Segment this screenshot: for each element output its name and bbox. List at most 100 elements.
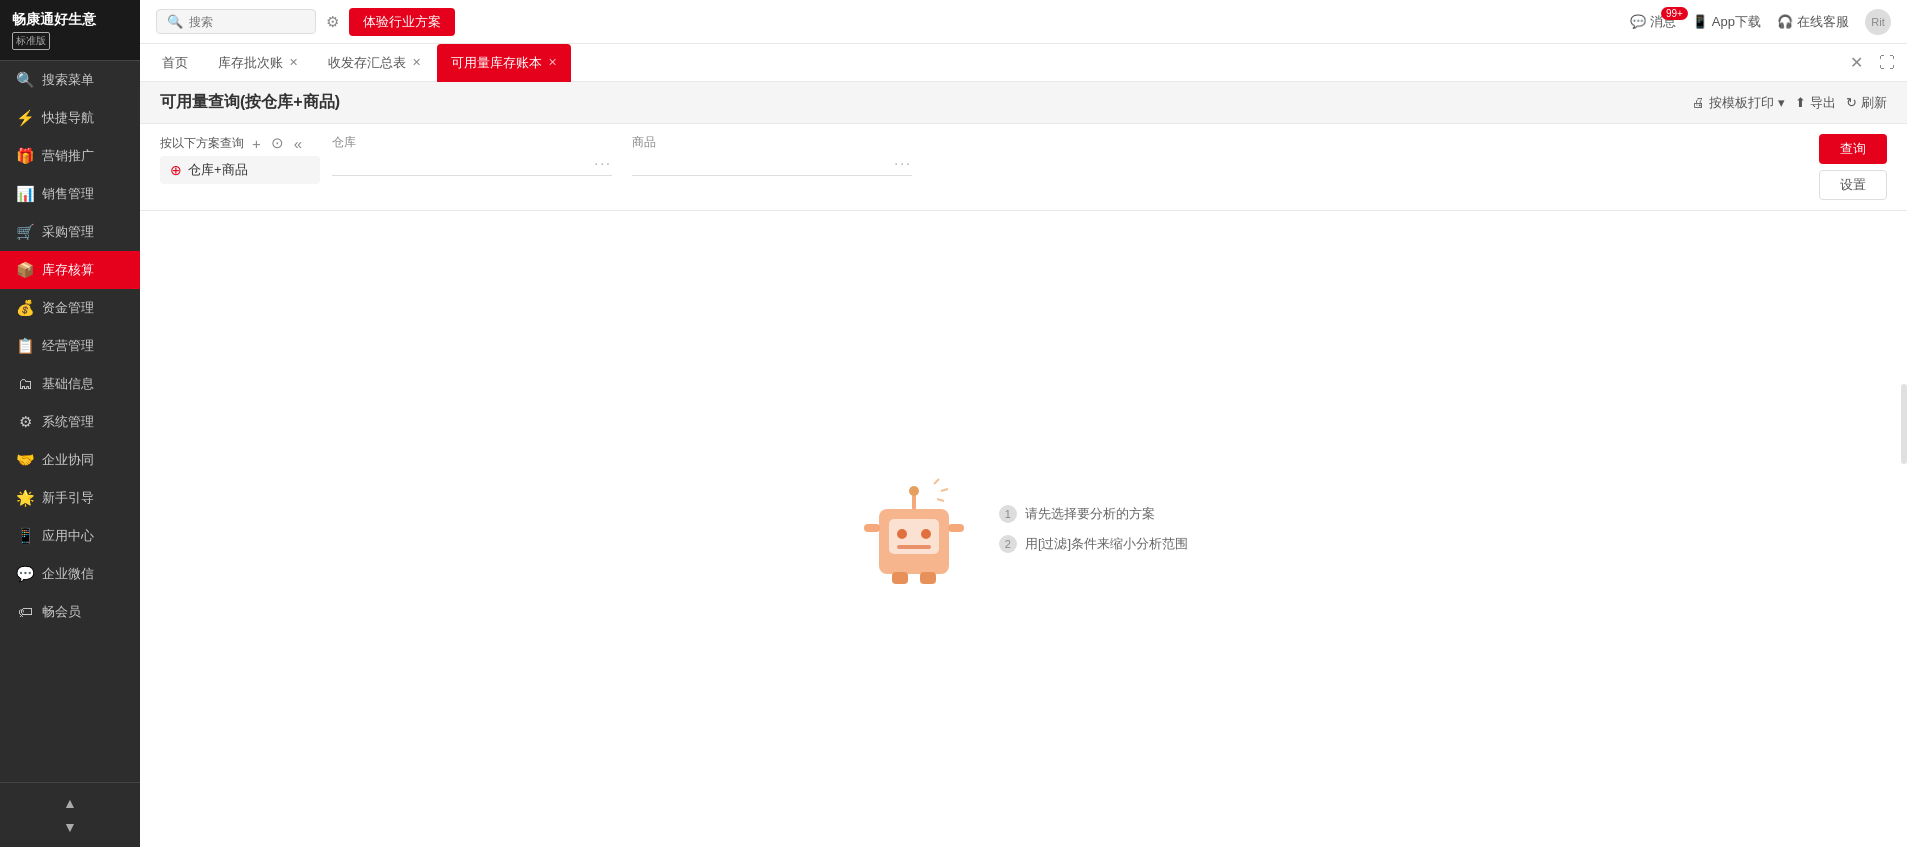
sales-icon: 📊	[16, 185, 34, 203]
page-actions: 🖨 按模板打印 ▾ ⬆ 导出 ↻ 刷新	[1692, 94, 1887, 112]
topbar-search-box[interactable]: 🔍	[156, 9, 316, 34]
empty-tip-2: 2 用[过滤]条件来缩小分析范围	[999, 535, 1188, 553]
sidebar-item-system[interactable]: ⚙ 系统管理	[0, 403, 140, 441]
tip-num-1: 1	[999, 505, 1017, 523]
user-avatar[interactable]: Rit	[1865, 9, 1891, 35]
empty-tip-1: 1 请先选择要分析的方案	[999, 505, 1188, 523]
sidebar-item-shortcut[interactable]: ⚡ 快捷导航	[0, 99, 140, 137]
filter-settings-button[interactable]: 设置	[1819, 170, 1887, 200]
refresh-button[interactable]: ↻ 刷新	[1846, 94, 1887, 112]
warehouse-input[interactable]	[332, 156, 586, 171]
sidebar-item-purchase[interactable]: 🛒 采购管理	[0, 213, 140, 251]
sidebar-item-sales[interactable]: 📊 销售管理	[0, 175, 140, 213]
tip-num-2: 2	[999, 535, 1017, 553]
add-scheme-button[interactable]: +	[250, 135, 263, 152]
finance-icon: 💰	[16, 299, 34, 317]
refresh-label: 刷新	[1861, 94, 1887, 112]
goods-more-icon[interactable]: ···	[894, 155, 912, 171]
sidebar-item-basic-info[interactable]: 🗂 基础信息	[0, 365, 140, 403]
svg-rect-7	[864, 524, 880, 532]
goods-input[interactable]	[632, 156, 886, 171]
brand-name: 畅康通好生意	[12, 10, 128, 30]
settings-scheme-button[interactable]: ⊙	[269, 134, 286, 152]
goods-field: 商品 ···	[632, 134, 912, 176]
content-area: 1 请先选择要分析的方案 2 用[过滤]条件来缩小分析范围	[140, 211, 1907, 847]
scroll-up-button[interactable]: ▲	[0, 791, 140, 815]
online-service-button[interactable]: 🎧 在线客服	[1777, 13, 1849, 31]
tab-close-available[interactable]: ✕	[548, 56, 557, 69]
sidebar-item-guide[interactable]: 🌟 新手引导	[0, 479, 140, 517]
guide-icon: 🌟	[16, 489, 34, 507]
app-download-button[interactable]: 📱 App下载	[1692, 13, 1761, 31]
collapse-scheme-button[interactable]: «	[292, 135, 304, 152]
tab-available[interactable]: 可用量库存账本✕	[437, 44, 571, 82]
basic-info-label: 基础信息	[42, 375, 94, 393]
warehouse-more-icon[interactable]: ···	[594, 155, 612, 171]
svg-point-2	[897, 529, 907, 539]
export-label: 导出	[1810, 94, 1836, 112]
marketing-promo-icon: 🎁	[16, 147, 34, 165]
sidebar-item-member[interactable]: 🏷 畅会员	[0, 593, 140, 631]
finance-label: 资金管理	[42, 299, 94, 317]
export-button[interactable]: ⬆ 导出	[1795, 94, 1836, 112]
scheme-item-warehouse-goods[interactable]: ⊕ 仓库+商品	[160, 156, 320, 184]
filter-panel: 按以下方案查询 + ⊙ « ⊕ 仓库+商品 仓库 ··· 商品	[140, 124, 1907, 211]
svg-rect-4	[897, 545, 931, 549]
tab-summary[interactable]: 收发存汇总表 ✕	[314, 44, 435, 82]
sidebar-item-search[interactable]: 🔍 搜索菜单	[0, 61, 140, 99]
sidebar-item-finance[interactable]: 💰 资金管理	[0, 289, 140, 327]
tab-home[interactable]: 首页	[148, 44, 202, 82]
sidebar: 畅康通好生意 标准版 🔍 搜索菜单 ⚡ 快捷导航 🎁 营销推广 📊 销售管理 🛒…	[0, 0, 140, 847]
member-icon: 🏷	[16, 603, 34, 620]
tab-close-summary[interactable]: ✕	[412, 56, 421, 69]
svg-line-12	[941, 489, 948, 491]
online-service-label: 在线客服	[1797, 13, 1849, 31]
topbar: 🔍 ⚙ 体验行业方案 💬 消息 99+ 📱 App下载 🎧 在线客服 Rit	[140, 0, 1907, 44]
page-header: 可用量查询(按仓库+商品) 🖨 按模板打印 ▾ ⬆ 导出 ↻ 刷新	[140, 82, 1907, 124]
app-center-icon: 📱	[16, 527, 34, 545]
wechat-label: 企业微信	[42, 565, 94, 583]
app-center-label: 应用中心	[42, 527, 94, 545]
headset-icon: 🎧	[1777, 14, 1793, 29]
svg-rect-5	[912, 494, 916, 510]
print-icon: 🖨	[1692, 95, 1705, 110]
close-tab-button[interactable]: ✕	[1846, 49, 1867, 76]
sidebar-item-inventory[interactable]: 📦 库存核算	[0, 251, 140, 289]
warehouse-input-wrap: ···	[332, 155, 612, 176]
scroll-down-button[interactable]: ▼	[0, 815, 140, 839]
marketing-promo-label: 营销推广	[42, 147, 94, 165]
tab-close-batch-account[interactable]: ✕	[289, 56, 298, 69]
scheme-header: 按以下方案查询 + ⊙ «	[160, 134, 320, 152]
search-label: 搜索菜单	[42, 71, 94, 89]
query-button[interactable]: 查询	[1819, 134, 1887, 164]
print-button[interactable]: 🖨 按模板打印 ▾	[1692, 94, 1785, 112]
svg-rect-8	[948, 524, 964, 532]
sidebar-item-app-center[interactable]: 📱 应用中心	[0, 517, 140, 555]
tab-label-summary: 收发存汇总表	[328, 54, 406, 72]
system-icon: ⚙	[16, 413, 34, 431]
edition-badge: 标准版	[12, 32, 50, 50]
shortcut-label: 快捷导航	[42, 109, 94, 127]
tab-batch-account[interactable]: 库存批次账✕	[204, 44, 312, 82]
right-scrollbar[interactable]	[1901, 384, 1907, 464]
svg-point-3	[921, 529, 931, 539]
trial-button[interactable]: 体验行业方案	[349, 8, 455, 36]
sidebar-scroll: 🔍 搜索菜单 ⚡ 快捷导航 🎁 营销推广 📊 销售管理 🛒 采购管理 📦 库存核…	[0, 61, 140, 782]
sidebar-bottom: ▲ ▼	[0, 782, 140, 847]
sidebar-item-wechat[interactable]: 💬 企业微信	[0, 555, 140, 593]
guide-label: 新手引导	[42, 489, 94, 507]
sidebar-item-operations[interactable]: 📋 经营管理	[0, 327, 140, 365]
empty-tips: 1 请先选择要分析的方案 2 用[过滤]条件来缩小分析范围	[999, 505, 1188, 553]
sidebar-item-cooperation[interactable]: 🤝 企业协同	[0, 441, 140, 479]
search-input[interactable]	[189, 15, 305, 29]
settings-icon[interactable]: ⚙	[326, 13, 339, 31]
inventory-icon: 📦	[16, 261, 34, 279]
messages-button[interactable]: 💬 消息 99+	[1630, 13, 1676, 31]
sidebar-item-marketing-promo[interactable]: 🎁 营销推广	[0, 137, 140, 175]
app-download-label: App下载	[1712, 13, 1761, 31]
mobile-icon: 📱	[1692, 14, 1708, 29]
maximize-button[interactable]: ⛶	[1875, 50, 1899, 76]
svg-line-11	[934, 479, 939, 484]
cooperation-label: 企业协同	[42, 451, 94, 469]
tip-text-2: 用[过滤]条件来缩小分析范围	[1025, 535, 1188, 553]
